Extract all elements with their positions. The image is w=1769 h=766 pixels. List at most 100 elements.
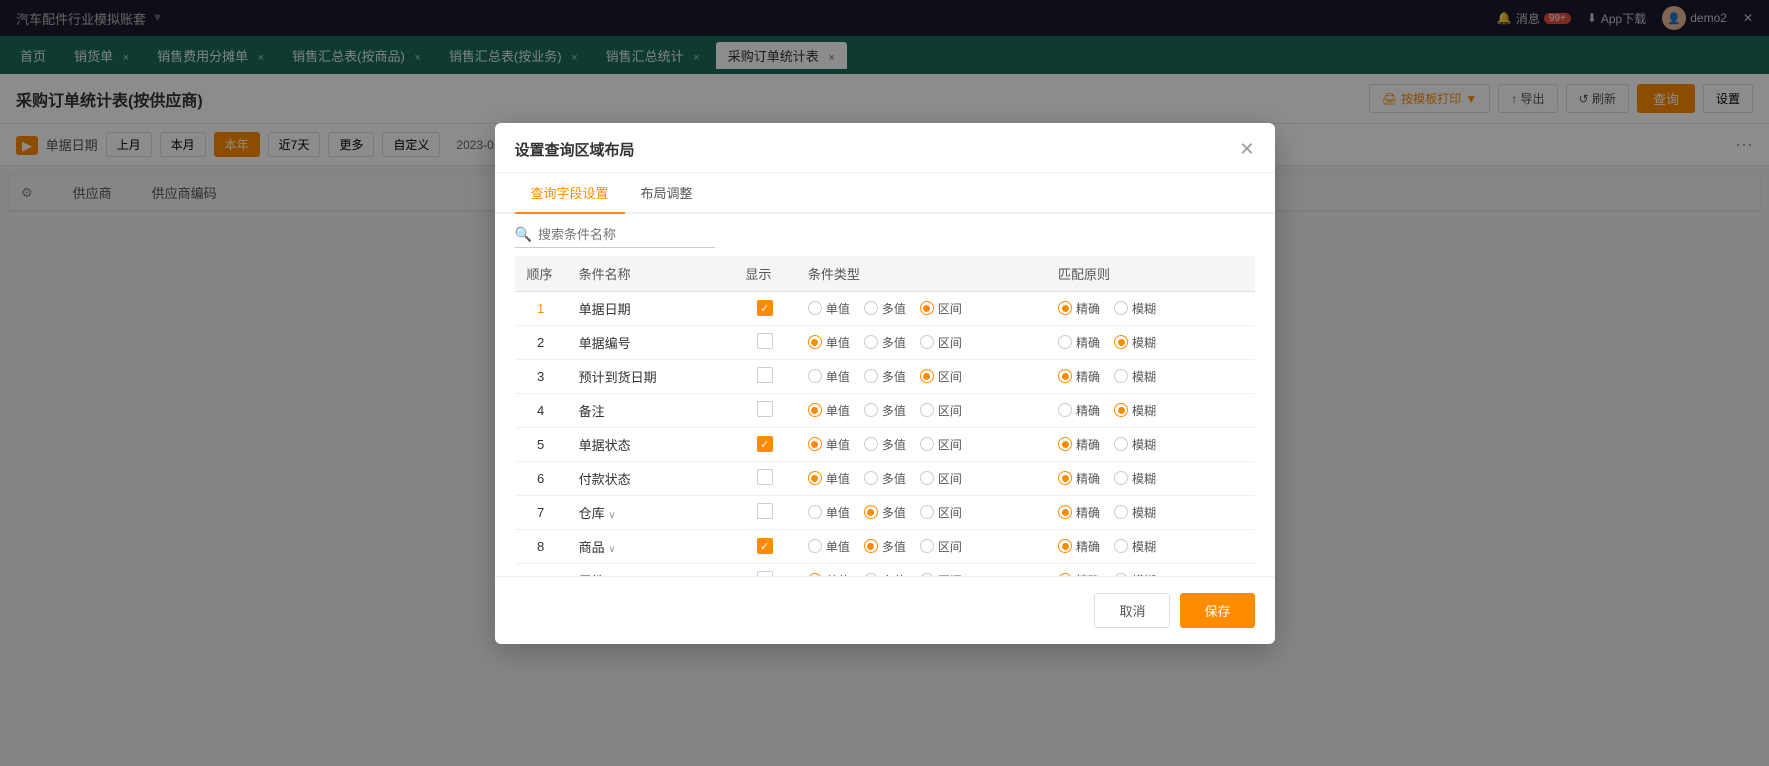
show-checkbox[interactable] — [757, 436, 773, 452]
table-row: 7仓库 ∨单值多值区间精确模糊 — [515, 495, 1255, 529]
cell-show — [733, 393, 796, 427]
type-radio-单值[interactable]: 单值 — [808, 436, 850, 453]
cell-type: 单值多值区间 — [796, 325, 1046, 359]
cell-match: 精确模糊 — [1046, 325, 1254, 359]
match-radio-精确[interactable]: 精确 — [1058, 504, 1100, 521]
show-checkbox[interactable] — [757, 333, 773, 349]
type-radio-多值[interactable]: 多值 — [864, 402, 906, 419]
cell-match: 精确模糊 — [1046, 291, 1254, 325]
cancel-button[interactable]: 取消 — [1094, 593, 1170, 628]
cell-name: 单据编号 — [567, 325, 734, 359]
dialog-tabs: 查询字段设置 布局调整 — [495, 173, 1275, 214]
type-radio-区间[interactable]: 区间 — [920, 538, 962, 555]
cell-name: 单据日期 — [567, 291, 734, 325]
match-radio-精确[interactable]: 精确 — [1058, 300, 1100, 317]
cell-type: 单值多值区间 — [796, 529, 1046, 563]
type-radio-区间[interactable]: 区间 — [920, 368, 962, 385]
type-radio-多值[interactable]: 多值 — [864, 436, 906, 453]
dialog-close-button[interactable]: ✕ — [1239, 139, 1254, 160]
settings-table: 顺序 条件名称 显示 条件类型 匹配原则 1单据日期单值多值区间精确模糊2单据编… — [515, 256, 1255, 576]
table-row: 3预计到货日期单值多值区间精确模糊 — [515, 359, 1255, 393]
dialog-search-area: 🔍 — [495, 214, 1275, 256]
cell-match: 精确模糊 — [1046, 495, 1254, 529]
tab-layout-adjust[interactable]: 布局调整 — [625, 173, 709, 214]
cell-type: 单值多值区间 — [796, 359, 1046, 393]
type-radio-多值[interactable]: 多值 — [864, 504, 906, 521]
type-radio-单值[interactable]: 单值 — [808, 470, 850, 487]
type-radio-单值[interactable]: 单值 — [808, 368, 850, 385]
table-row: 5单据状态单值多值区间精确模糊 — [515, 427, 1255, 461]
cell-name: 预计到货日期 — [567, 359, 734, 393]
match-radio-精确[interactable]: 精确 — [1058, 334, 1100, 351]
show-checkbox[interactable] — [757, 401, 773, 417]
match-radio-模糊[interactable]: 模糊 — [1114, 504, 1156, 521]
settings-dialog: 设置查询区域布局 ✕ 查询字段设置 布局调整 🔍 顺序 — [495, 123, 1275, 644]
type-radio-单值[interactable]: 单值 — [808, 334, 850, 351]
type-radio-单值[interactable]: 单值 — [808, 300, 850, 317]
match-radio-精确[interactable]: 精确 — [1058, 368, 1100, 385]
cell-type: 单值多值区间 — [796, 461, 1046, 495]
match-radio-精确[interactable]: 精确 — [1058, 470, 1100, 487]
match-radio-模糊[interactable]: 模糊 — [1114, 334, 1156, 351]
cell-order: 4 — [515, 393, 567, 427]
type-radio-单值[interactable]: 单值 — [808, 504, 850, 521]
type-radio-区间[interactable]: 区间 — [920, 402, 962, 419]
cell-show — [733, 563, 796, 576]
type-radio-区间[interactable]: 区间 — [920, 470, 962, 487]
cell-show — [733, 529, 796, 563]
cell-type: 单值多值区间 — [796, 563, 1046, 576]
match-radio-模糊[interactable]: 模糊 — [1114, 300, 1156, 317]
dialog-header: 设置查询区域布局 ✕ — [495, 123, 1275, 173]
dialog-body: 顺序 条件名称 显示 条件类型 匹配原则 1单据日期单值多值区间精确模糊2单据编… — [495, 256, 1275, 576]
type-radio-单值[interactable]: 单值 — [808, 402, 850, 419]
cell-name: 付款状态 — [567, 461, 734, 495]
match-radio-精确[interactable]: 精确 — [1058, 538, 1100, 555]
th-type: 条件类型 — [796, 256, 1046, 292]
cell-match: 精确模糊 — [1046, 427, 1254, 461]
overlay[interactable]: 设置查询区域布局 ✕ 查询字段设置 布局调整 🔍 顺序 — [0, 0, 1769, 766]
table-row: 4备注 单值多值区间 精确模糊 — [515, 393, 1255, 427]
match-radio-模糊[interactable]: 模糊 — [1114, 368, 1156, 385]
table-row: 1单据日期 单值多值区间 精确模糊 — [515, 291, 1255, 325]
th-name: 条件名称 — [567, 256, 734, 292]
cell-name: 商品 ∨ — [567, 529, 734, 563]
show-checkbox[interactable] — [757, 300, 773, 316]
cell-name: 备注 — [567, 393, 734, 427]
cell-show — [733, 359, 796, 393]
cell-order: 2 — [515, 325, 567, 359]
match-radio-模糊[interactable]: 模糊 — [1114, 436, 1156, 453]
tab-query-fields[interactable]: 查询字段设置 — [515, 173, 625, 214]
match-radio-精确[interactable]: 精确 — [1058, 436, 1100, 453]
type-radio-区间[interactable]: 区间 — [920, 436, 962, 453]
show-checkbox[interactable] — [757, 538, 773, 554]
match-radio-模糊[interactable]: 模糊 — [1114, 538, 1156, 555]
save-button[interactable]: 保存 — [1180, 593, 1254, 628]
type-radio-多值[interactable]: 多值 — [864, 368, 906, 385]
cell-order: 1 — [515, 291, 567, 325]
search-input[interactable] — [538, 227, 698, 242]
cell-name: 属性 ∨ — [567, 563, 734, 576]
type-radio-多值[interactable]: 多值 — [864, 470, 906, 487]
type-radio-多值[interactable]: 多值 — [864, 538, 906, 555]
show-checkbox[interactable] — [757, 367, 773, 383]
type-radio-区间[interactable]: 区间 — [920, 334, 962, 351]
table-row: 8商品 ∨单值多值区间精确模糊 — [515, 529, 1255, 563]
match-radio-模糊[interactable]: 模糊 — [1114, 402, 1156, 419]
type-radio-多值[interactable]: 多值 — [864, 300, 906, 317]
cell-match: 精确模糊 — [1046, 461, 1254, 495]
type-radio-区间[interactable]: 区间 — [920, 300, 962, 317]
match-radio-模糊[interactable]: 模糊 — [1114, 470, 1156, 487]
table-row: 6付款状态单值多值区间精确模糊 — [515, 461, 1255, 495]
dialog-title: 设置查询区域布局 — [515, 139, 635, 160]
match-radio-精确[interactable]: 精确 — [1058, 402, 1100, 419]
type-radio-单值[interactable]: 单值 — [808, 538, 850, 555]
show-checkbox[interactable] — [757, 503, 773, 519]
type-radio-多值[interactable]: 多值 — [864, 334, 906, 351]
type-radio-区间[interactable]: 区间 — [920, 504, 962, 521]
cell-match: 精确模糊 — [1046, 359, 1254, 393]
cell-match: 精确模糊 — [1046, 529, 1254, 563]
show-checkbox[interactable] — [757, 469, 773, 485]
cell-show — [733, 495, 796, 529]
search-icon: 🔍 — [515, 226, 532, 243]
cell-order: 9 — [515, 563, 567, 576]
